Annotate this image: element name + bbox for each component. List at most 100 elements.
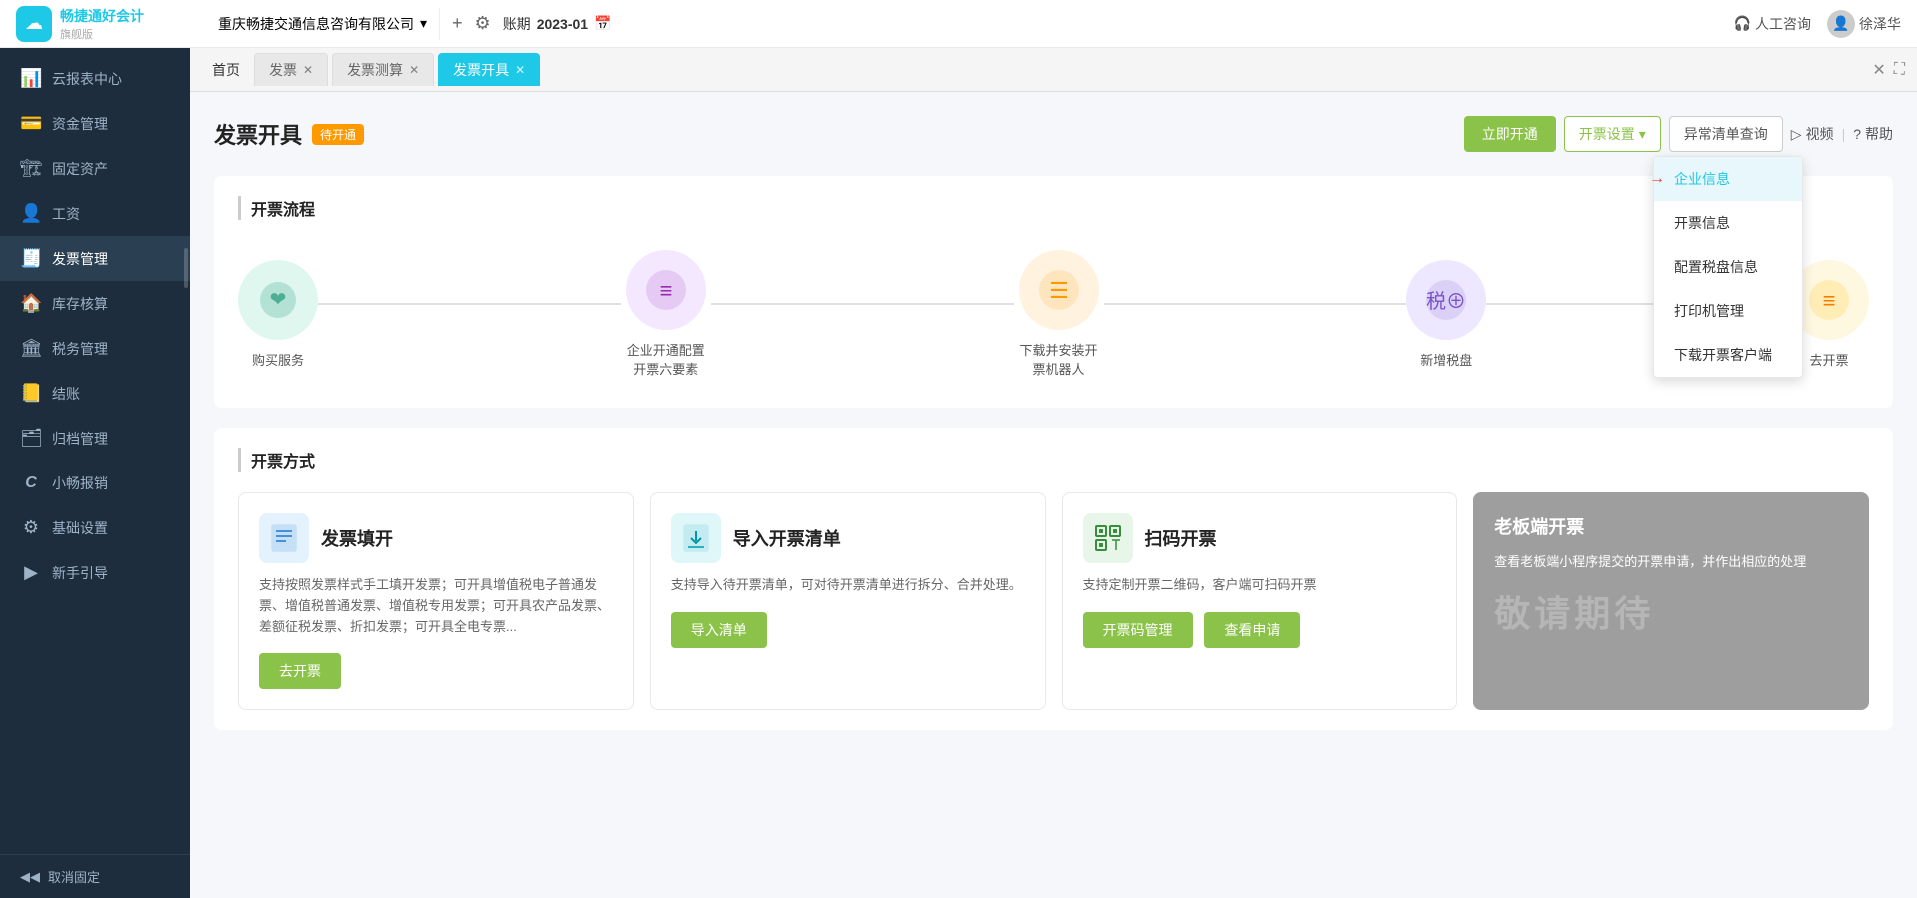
settings-dropdown-menu: → 企业信息 开票信息 配置税盘信息 打印机管理 <box>1653 156 1803 378</box>
pin-icon: ◀◀ <box>20 869 40 885</box>
import-list-button[interactable]: 导入清单 <box>671 612 767 648</box>
sidebar-label: 结账 <box>52 384 80 404</box>
logo-area: ☁ 畅捷通好会计 旗舰版 <box>16 6 206 42</box>
calendar-icon[interactable]: 📅 <box>594 15 611 32</box>
settings-dropdown-button[interactable]: 开票设置 ▾ <box>1564 116 1661 152</box>
step-icon-download: ☰ <box>1019 250 1099 330</box>
tab-close-icon[interactable]: ✕ <box>303 63 313 77</box>
invoice-icon: 🧾 <box>20 248 42 269</box>
cancel-pin-button[interactable]: ◀◀ 取消固定 <box>0 854 190 898</box>
add-button[interactable]: + <box>452 13 463 34</box>
tab-invoice[interactable]: 发票 ✕ <box>254 53 328 86</box>
activate-button[interactable]: 立即开通 <box>1464 116 1556 152</box>
sidebar: 📊 云报表中心 💳 资金管理 🏗 固定资产 👤 工资 🧾 发票管理 <box>0 48 190 898</box>
tab-invoice-issue[interactable]: 发票开具 ✕ <box>438 53 540 86</box>
user-button[interactable]: 👤 徐泽华 <box>1827 10 1901 38</box>
video-button[interactable]: ▷ 视频 <box>1791 124 1834 144</box>
import-invoice-desc: 支持导入待开票清单，可对待开票清单进行拆分、合并处理。 <box>671 575 1025 596</box>
manual-invoice-desc: 支持按照发票样式手工填开发票；可开具增值税电子普通发票、增值税普通发票、增值税专… <box>259 575 613 637</box>
scan-invoice-icon <box>1083 513 1133 563</box>
page-header: 发票开具 待开通 立即开通 开票设置 ▾ 异常清单查询 ▷ 视频 <box>214 116 1893 152</box>
step-label-download: 下载并安装开票机器人 <box>1014 340 1104 378</box>
sidebar-label: 新手引导 <box>52 563 108 583</box>
dropdown-item-tax-disk[interactable]: 配置税盘信息 <box>1654 245 1802 289</box>
expand-tab-button[interactable]: ⛶ <box>1894 61 1905 79</box>
methods-section: 开票方式 发票填开 支持按照发票样式手工填开发票；可开具增值税电子普通发票、增值… <box>214 428 1893 730</box>
qr-manage-button[interactable]: 开票码管理 <box>1083 612 1193 648</box>
abnormal-list-button[interactable]: 异常清单查询 <box>1669 116 1783 152</box>
settings-button[interactable]: ⚙ <box>475 13 491 34</box>
sidebar-item-cloud-report[interactable]: 📊 云报表中心 <box>0 56 190 101</box>
tab-invoice-calc[interactable]: 发票测算 ✕ <box>332 53 434 86</box>
sidebar-label: 云报表中心 <box>52 69 122 89</box>
tab-close-icon[interactable]: ✕ <box>515 63 525 77</box>
settings-icon: ⚙ <box>20 517 42 538</box>
import-invoice-title: 导入开票清单 <box>733 525 841 551</box>
flow-step-buy: ❤ 购买服务 <box>238 260 318 369</box>
ledger-icon: 📒 <box>20 383 42 404</box>
method-card-import: 导入开票清单 支持导入待开票清单，可对待开票清单进行拆分、合并处理。 导入清单 <box>650 492 1046 710</box>
dropdown-item-company[interactable]: → 企业信息 <box>1654 157 1802 201</box>
page-title: 发票开具 <box>214 118 302 150</box>
flow-section: 开票流程 ❤ 购买服务 ≡ <box>214 176 1893 408</box>
sidebar-item-guide[interactable]: ▶ 新手引导 <box>0 550 190 595</box>
method-cards: 发票填开 支持按照发票样式手工填开发票；可开具增值税电子普通发票、增值税普通发票… <box>238 492 1869 710</box>
svg-text:☰: ☰ <box>1049 278 1069 303</box>
method-card-manual: 发票填开 支持按照发票样式手工填开发票；可开具增值税电子普通发票、增值税普通发票… <box>238 492 634 710</box>
sidebar-item-settings[interactable]: ⚙ 基础设置 <box>0 505 190 550</box>
tab-home[interactable]: 首页 <box>202 54 250 86</box>
assets-icon: 🏗 <box>20 158 42 179</box>
tab-close-icon[interactable]: ✕ <box>409 63 419 77</box>
company-name: 重庆畅捷交通信息咨询有限公司 <box>218 14 414 34</box>
sidebar-item-invoice[interactable]: 🧾 发票管理 <box>0 236 190 281</box>
sidebar-item-report[interactable]: C 小畅报销 <box>0 461 190 505</box>
svg-text:税⊕: 税⊕ <box>1426 290 1466 313</box>
page-actions: 立即开通 开票设置 ▾ 异常清单查询 ▷ 视频 | ? <box>1464 116 1893 152</box>
close-tab-button[interactable]: ✕ <box>1872 60 1885 80</box>
dropdown-item-download-client[interactable]: 下载开票客户端 <box>1654 333 1802 377</box>
top-right: 🎧 人工咨询 👤 徐泽华 <box>1734 10 1901 38</box>
company-selector[interactable]: 重庆畅捷交通信息咨询有限公司 ▾ <box>206 8 440 40</box>
manual-invoice-icon <box>259 513 309 563</box>
step-label-tax: 新增税盘 <box>1420 350 1472 369</box>
sidebar-item-tax[interactable]: 🏛 税务管理 <box>0 326 190 371</box>
coming-soon-overlay: 敬请期待 <box>1494 585 1848 637</box>
import-invoice-icon <box>671 513 721 563</box>
manual-invoice-button[interactable]: 去开票 <box>259 653 341 689</box>
sidebar-label: 发票管理 <box>52 249 108 269</box>
boss-invoice-title: 老板端开票 <box>1494 513 1584 539</box>
flow-connector <box>1104 303 1407 305</box>
inventory-icon: 🏠 <box>20 293 42 314</box>
view-apply-button[interactable]: 查看申请 <box>1204 612 1300 648</box>
help-button[interactable]: ? 帮助 <box>1853 124 1893 144</box>
sidebar-item-ledger[interactable]: 📒 结账 <box>0 371 190 416</box>
sidebar-item-fund[interactable]: 💳 资金管理 <box>0 101 190 146</box>
sidebar-item-archive[interactable]: 🗂 归档管理 <box>0 416 190 461</box>
tab-bar: 首页 发票 ✕ 发票测算 ✕ 发票开具 ✕ ✕ ⛶ <box>190 48 1917 92</box>
support-button[interactable]: 🎧 人工咨询 <box>1734 14 1811 34</box>
top-actions: + ⚙ <box>440 13 503 34</box>
tab-bar-right: ✕ ⛶ <box>1872 60 1905 80</box>
flow-connector <box>711 303 1014 305</box>
method-card-import-header: 导入开票清单 <box>671 513 1025 563</box>
dropdown-item-invoice-info[interactable]: 开票信息 <box>1654 201 1802 245</box>
sidebar-nav: 📊 云报表中心 💳 资金管理 🏗 固定资产 👤 工资 🧾 发票管理 <box>0 48 190 854</box>
methods-section-title: 开票方式 <box>238 448 1869 472</box>
flow-step-download: ☰ 下载并安装开票机器人 <box>1014 250 1104 378</box>
red-arrow-icon: → <box>1649 170 1665 188</box>
method-card-manual-header: 发票填开 <box>259 513 613 563</box>
step-label-buy: 购买服务 <box>252 350 304 369</box>
sidebar-item-inventory[interactable]: 🏠 库存核算 <box>0 281 190 326</box>
sidebar-label: 基础设置 <box>52 518 108 538</box>
period-info: 账期 2023-01 📅 <box>503 14 612 34</box>
sidebar-label: 库存核算 <box>52 294 108 314</box>
dropdown-item-printer[interactable]: 打印机管理 <box>1654 289 1802 333</box>
boss-invoice-desc: 查看老板端小程序提交的开票申请，并作出相应的处理 <box>1494 551 1848 573</box>
sidebar-label: 税务管理 <box>52 339 108 359</box>
dropdown-arrow-icon: ▾ <box>420 15 427 32</box>
play-icon: ▷ <box>1791 126 1802 143</box>
page-title-area: 发票开具 待开通 <box>214 118 364 150</box>
sidebar-item-salary[interactable]: 👤 工资 <box>0 191 190 236</box>
sidebar-item-fixed-assets[interactable]: 🏗 固定资产 <box>0 146 190 191</box>
sidebar-scrollbar[interactable] <box>184 248 188 288</box>
